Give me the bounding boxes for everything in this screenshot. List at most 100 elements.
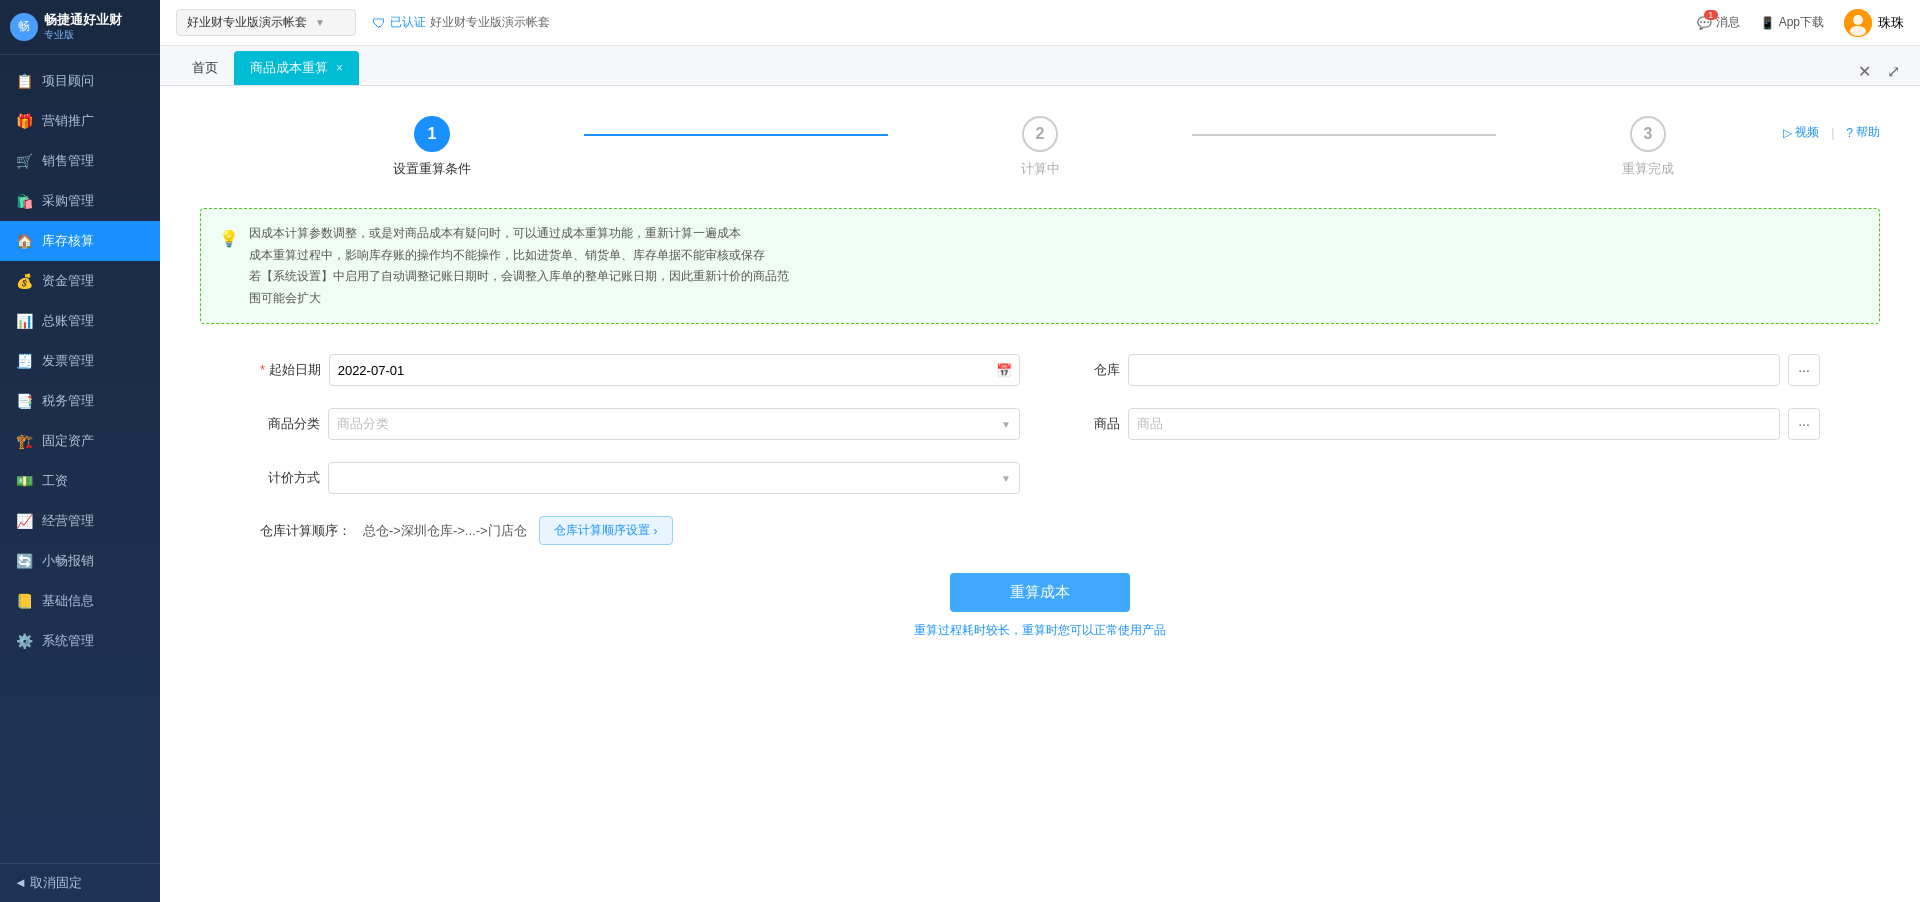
sidebar-item-label: 经营管理: [42, 512, 94, 530]
tab-home[interactable]: 首页: [176, 51, 234, 85]
submit-hint: 重算过程耗时较长，重算时您可以正常使用产品: [260, 622, 1820, 639]
tab-close-icon[interactable]: ×: [336, 61, 343, 75]
message-icon-wrapper: 💬 1: [1697, 16, 1712, 30]
accounting-icon: 📊: [14, 311, 34, 331]
step-3: 3 重算完成: [1496, 116, 1800, 178]
sidebar-item-accounting[interactable]: 📊 总账管理: [0, 301, 160, 341]
sidebar-item-basic[interactable]: 📒 基础信息: [0, 581, 160, 621]
system-icon: ⚙️: [14, 631, 34, 651]
close-window-button[interactable]: ✕: [1854, 58, 1875, 85]
form-row-1: 起始日期 📅 仓库 ···: [260, 354, 1820, 386]
sidebar-item-operation[interactable]: 📈 经营管理: [0, 501, 160, 541]
info-line-3: 若【系统设置】中启用了自动调整记账日期时，会调整入库单的整单记账日期，因此重新计…: [249, 266, 789, 288]
price-method-select[interactable]: ▼: [328, 462, 1020, 494]
tax-icon: 📑: [14, 391, 34, 411]
sidebar: 畅 畅捷通好业财 专业版 📋 项目顾问 🎁 营销推广 🛒 销售管理 🛍️ 采购管…: [0, 0, 160, 902]
inventory-icon: 🏠: [14, 231, 34, 251]
submit-btn-label: 重算成本: [1010, 583, 1070, 600]
goods-input[interactable]: 商品: [1128, 408, 1780, 440]
sidebar-item-label: 销售管理: [42, 152, 94, 170]
step-2-label: 计算中: [1021, 160, 1060, 178]
sidebar-item-inventory[interactable]: 🏠 库存核算: [0, 221, 160, 261]
tabs-bar: 首页 商品成本重算 × ✕ ⤢: [160, 46, 1920, 86]
sidebar-item-marketing[interactable]: 🎁 营销推广: [0, 101, 160, 141]
step-3-circle: 3: [1630, 116, 1666, 152]
tabs-right-controls: ✕ ⤢: [1854, 58, 1904, 85]
calendar-icon[interactable]: 📅: [996, 363, 1012, 378]
info-line-4: 围可能会扩大: [249, 288, 789, 310]
sidebar-item-label: 工资: [42, 472, 68, 490]
step-line-1: [584, 134, 888, 136]
sidebar-item-assets[interactable]: 🏗️ 固定资产: [0, 421, 160, 461]
submit-section: 重算成本 重算过程耗时较长，重算时您可以正常使用产品: [260, 573, 1820, 639]
project-icon: 📋: [14, 71, 34, 91]
message-badge: 1: [1704, 10, 1718, 20]
info-line-2: 成本重算过程中，影响库存账的操作均不能操作，比如进货单、销货单、库存单据不能审核…: [249, 245, 789, 267]
goods-label: 商品: [1060, 415, 1120, 433]
video-help-button[interactable]: ▷ 视频: [1783, 124, 1819, 141]
warehouse-input[interactable]: [1128, 354, 1780, 386]
info-box-content: 因成本计算参数调整，或是对商品成本有疑问时，可以通过成本重算功能，重新计算一遍成…: [249, 223, 789, 309]
step-3-label: 重算完成: [1622, 160, 1674, 178]
info-line-1: 因成本计算参数调整，或是对商品成本有疑问时，可以通过成本重算功能，重新计算一遍成…: [249, 223, 789, 245]
message-label: 消息: [1716, 14, 1740, 31]
warehouse-order-value: 总仓->深圳仓库->...->门店仓: [363, 522, 527, 540]
price-method-arrow-icon: ▼: [1001, 473, 1011, 484]
app-download-label: App下载: [1779, 14, 1824, 31]
goods-placeholder: 商品: [1137, 415, 1163, 433]
verified-badge: 🛡 已认证 好业财专业版演示帐套: [372, 14, 550, 31]
step-2-circle: 2: [1022, 116, 1058, 152]
sidebar-item-label: 库存核算: [42, 232, 94, 250]
sidebar-item-label: 基础信息: [42, 592, 94, 610]
sidebar-item-label: 系统管理: [42, 632, 94, 650]
warehouse-order-settings-button[interactable]: 仓库计算顺序设置 ›: [539, 516, 673, 545]
sidebar-item-project[interactable]: 📋 项目顾问: [0, 61, 160, 101]
sidebar-item-tax[interactable]: 📑 税务管理: [0, 381, 160, 421]
tab-cost-recalc[interactable]: 商品成本重算 ×: [234, 51, 359, 85]
sidebar-item-finance[interactable]: 💰 资金管理: [0, 261, 160, 301]
sidebar-item-expense[interactable]: 🔄 小畅报销: [0, 541, 160, 581]
info-icon: 💡: [219, 225, 239, 309]
message-button[interactable]: 💬 1 消息: [1697, 14, 1740, 31]
form-section: 起始日期 📅 仓库 ··· 商品分类: [200, 354, 1880, 639]
assets-icon: 🏗️: [14, 431, 34, 451]
category-select[interactable]: 商品分类 ▼: [328, 408, 1020, 440]
question-icon: ?: [1846, 126, 1853, 140]
topbar: 好业财专业版演示帐套 ▼ 🛡 已认证 好业财专业版演示帐套 💬 1 消息 📱 A…: [160, 0, 1920, 46]
expense-icon: 🔄: [14, 551, 34, 571]
goods-more-button[interactable]: ···: [1788, 408, 1820, 440]
sidebar-item-system[interactable]: ⚙️ 系统管理: [0, 621, 160, 661]
sidebar-item-label: 总账管理: [42, 312, 94, 330]
start-date-group: 起始日期 📅: [260, 354, 1020, 386]
sidebar-item-invoice[interactable]: 🧾 发票管理: [0, 341, 160, 381]
sidebar-unpin-button[interactable]: ◄ 取消固定: [0, 863, 160, 902]
app-download-button[interactable]: 📱 App下载: [1760, 14, 1824, 31]
sidebar-item-label: 小畅报销: [42, 552, 94, 570]
expand-window-button[interactable]: ⤢: [1883, 58, 1904, 85]
step-line-2: [1192, 134, 1496, 136]
form-row-3: 计价方式 ▼: [260, 462, 1820, 494]
account-name: 好业财专业版演示帐套: [187, 14, 307, 31]
sidebar-logo: 畅 畅捷通好业财 专业版: [0, 0, 160, 55]
sidebar-item-salary[interactable]: 💵 工资: [0, 461, 160, 501]
category-label: 商品分类: [260, 415, 320, 433]
user-menu[interactable]: 珠珠: [1844, 9, 1904, 37]
svg-point-1: [1853, 15, 1863, 25]
sidebar-item-sales[interactable]: 🛒 销售管理: [0, 141, 160, 181]
operation-icon: 📈: [14, 511, 34, 531]
help-button[interactable]: ? 帮助: [1846, 124, 1880, 141]
sidebar-item-purchase[interactable]: 🛍️ 采购管理: [0, 181, 160, 221]
account-selector[interactable]: 好业财专业版演示帐套 ▼: [176, 9, 356, 36]
start-date-input[interactable]: [329, 354, 1020, 386]
sidebar-item-label: 资金管理: [42, 272, 94, 290]
warehouse-more-button[interactable]: ···: [1788, 354, 1820, 386]
warehouse-group: 仓库 ···: [1060, 354, 1820, 386]
logo-icon: 畅: [10, 13, 38, 41]
recalculate-button[interactable]: 重算成本: [950, 573, 1130, 612]
step-1-label: 设置重算条件: [393, 160, 471, 178]
steps-container: 1 设置重算条件 2 计算中 3 重算完成 ▷ 视频: [200, 116, 1880, 178]
play-icon: ▷: [1783, 126, 1792, 140]
category-placeholder: 商品分类: [337, 415, 389, 433]
price-method-label: 计价方式: [260, 469, 320, 487]
phone-icon: 📱: [1760, 16, 1775, 30]
